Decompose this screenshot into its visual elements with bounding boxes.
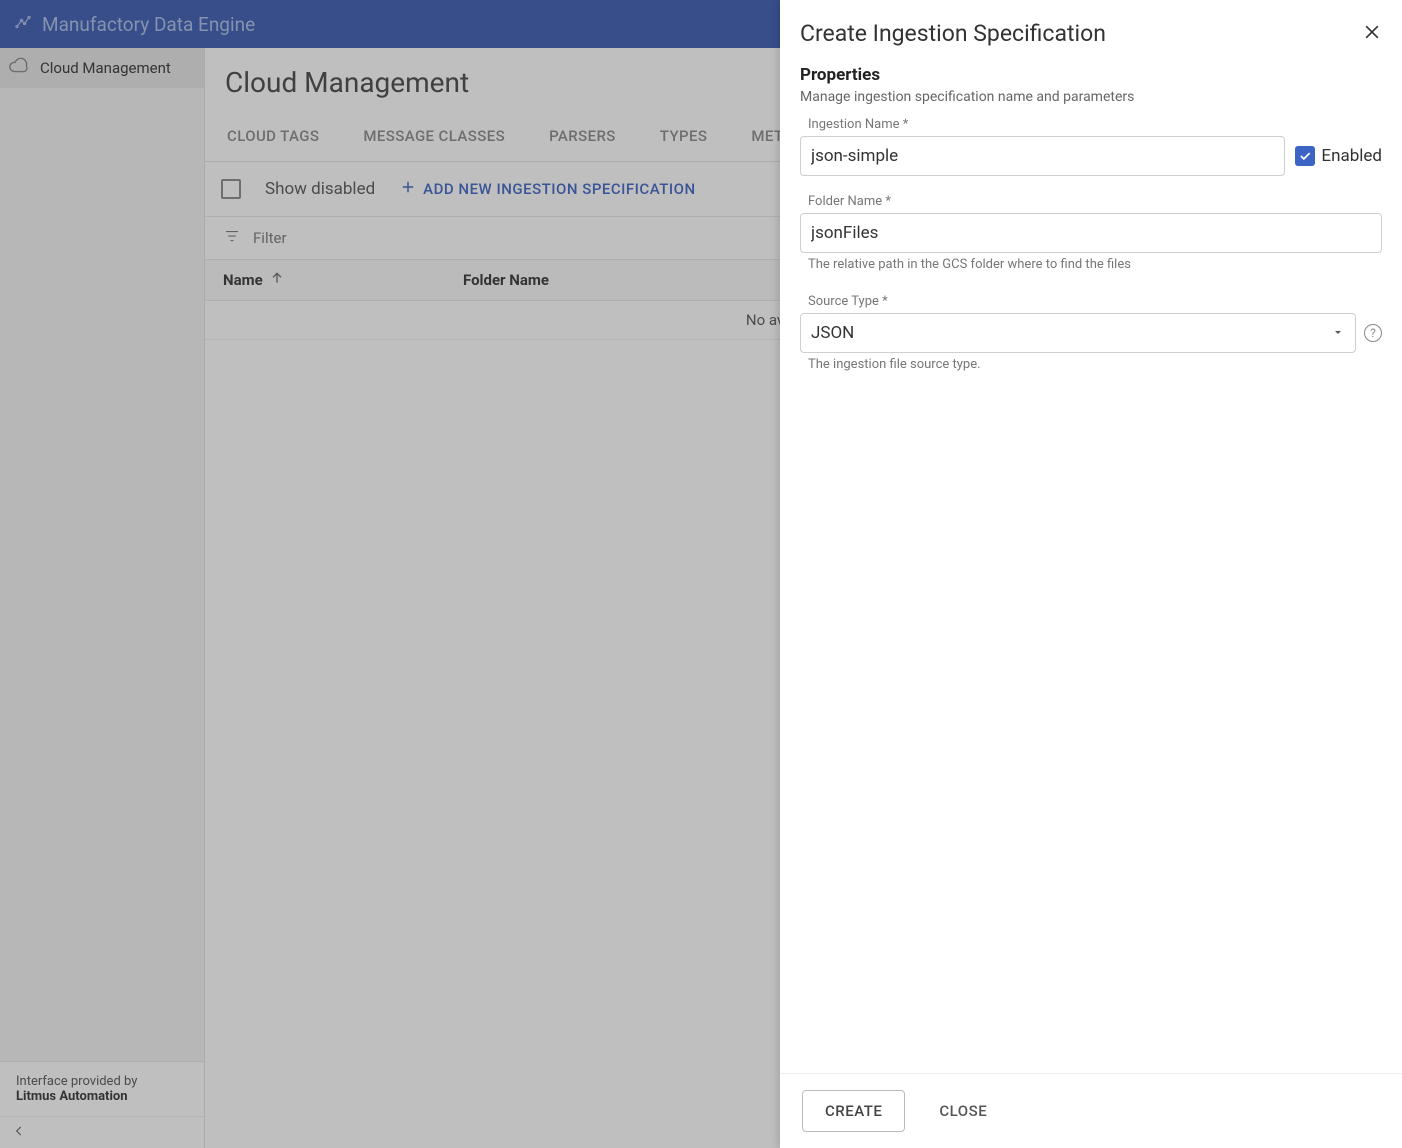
add-ingestion-button[interactable]: ADD NEW INGESTION SPECIFICATION	[399, 178, 695, 200]
sidebar: Cloud Management Interface provided by L…	[0, 48, 205, 1148]
enabled-label: Enabled	[1321, 146, 1382, 166]
folder-name-helper: The relative path in the GCS folder wher…	[800, 257, 1382, 272]
sidebar-footer: Interface provided by Litmus Automation	[0, 1061, 204, 1116]
cloud-icon	[8, 55, 30, 81]
properties-heading: Properties	[800, 65, 1382, 85]
tab-types[interactable]: TYPES	[650, 111, 718, 161]
app-title: Manufactory Data Engine	[42, 13, 255, 36]
show-disabled-label: Show disabled	[265, 179, 375, 199]
close-button[interactable]: CLOSE	[929, 1090, 997, 1132]
sidebar-collapse-button[interactable]	[0, 1116, 204, 1148]
properties-subheading: Manage ingestion specification name and …	[800, 89, 1382, 105]
drawer-create-ingestion: Create Ingestion Specification Propertie…	[780, 0, 1402, 1148]
help-icon[interactable]: ?	[1364, 324, 1382, 342]
tab-message-classes[interactable]: MESSAGE CLASSES	[353, 111, 515, 161]
drawer-footer: CREATE CLOSE	[780, 1073, 1402, 1148]
filter-label: Filter	[253, 229, 287, 247]
add-ingestion-label: ADD NEW INGESTION SPECIFICATION	[423, 180, 695, 198]
close-icon	[1362, 27, 1382, 46]
sidebar-item-cloud-management[interactable]: Cloud Management	[0, 48, 204, 88]
sidebar-item-label: Cloud Management	[40, 59, 171, 77]
arrow-up-icon	[269, 270, 285, 290]
source-type-label: Source Type *	[800, 294, 1382, 309]
chevron-left-icon	[12, 1123, 26, 1142]
check-icon	[1295, 146, 1315, 166]
source-type-helper: The ingestion file source type.	[800, 357, 1382, 372]
drawer-close-button[interactable]	[1362, 22, 1382, 46]
ingestion-name-input[interactable]	[800, 136, 1285, 176]
show-disabled-checkbox[interactable]	[221, 179, 241, 199]
footer-intro: Interface provided by	[16, 1074, 188, 1089]
tab-cloud-tags[interactable]: CLOUD TAGS	[217, 111, 329, 161]
filter-list-icon	[223, 227, 241, 249]
tab-parsers[interactable]: PARSERS	[539, 111, 626, 161]
column-header-name-label: Name	[223, 271, 263, 289]
source-type-select[interactable]	[800, 313, 1356, 353]
create-button[interactable]: CREATE	[802, 1090, 905, 1132]
column-header-folder[interactable]: Folder Name	[463, 271, 549, 289]
enabled-checkbox[interactable]: Enabled	[1295, 146, 1382, 166]
drawer-title: Create Ingestion Specification	[800, 20, 1106, 47]
ingestion-name-label: Ingestion Name *	[800, 117, 1382, 132]
folder-name-label: Folder Name *	[800, 194, 1382, 209]
column-header-name[interactable]: Name	[223, 270, 463, 290]
analytics-icon	[14, 13, 32, 35]
plus-icon	[399, 178, 417, 200]
footer-brand: Litmus Automation	[16, 1089, 188, 1104]
folder-name-input[interactable]	[800, 213, 1382, 253]
